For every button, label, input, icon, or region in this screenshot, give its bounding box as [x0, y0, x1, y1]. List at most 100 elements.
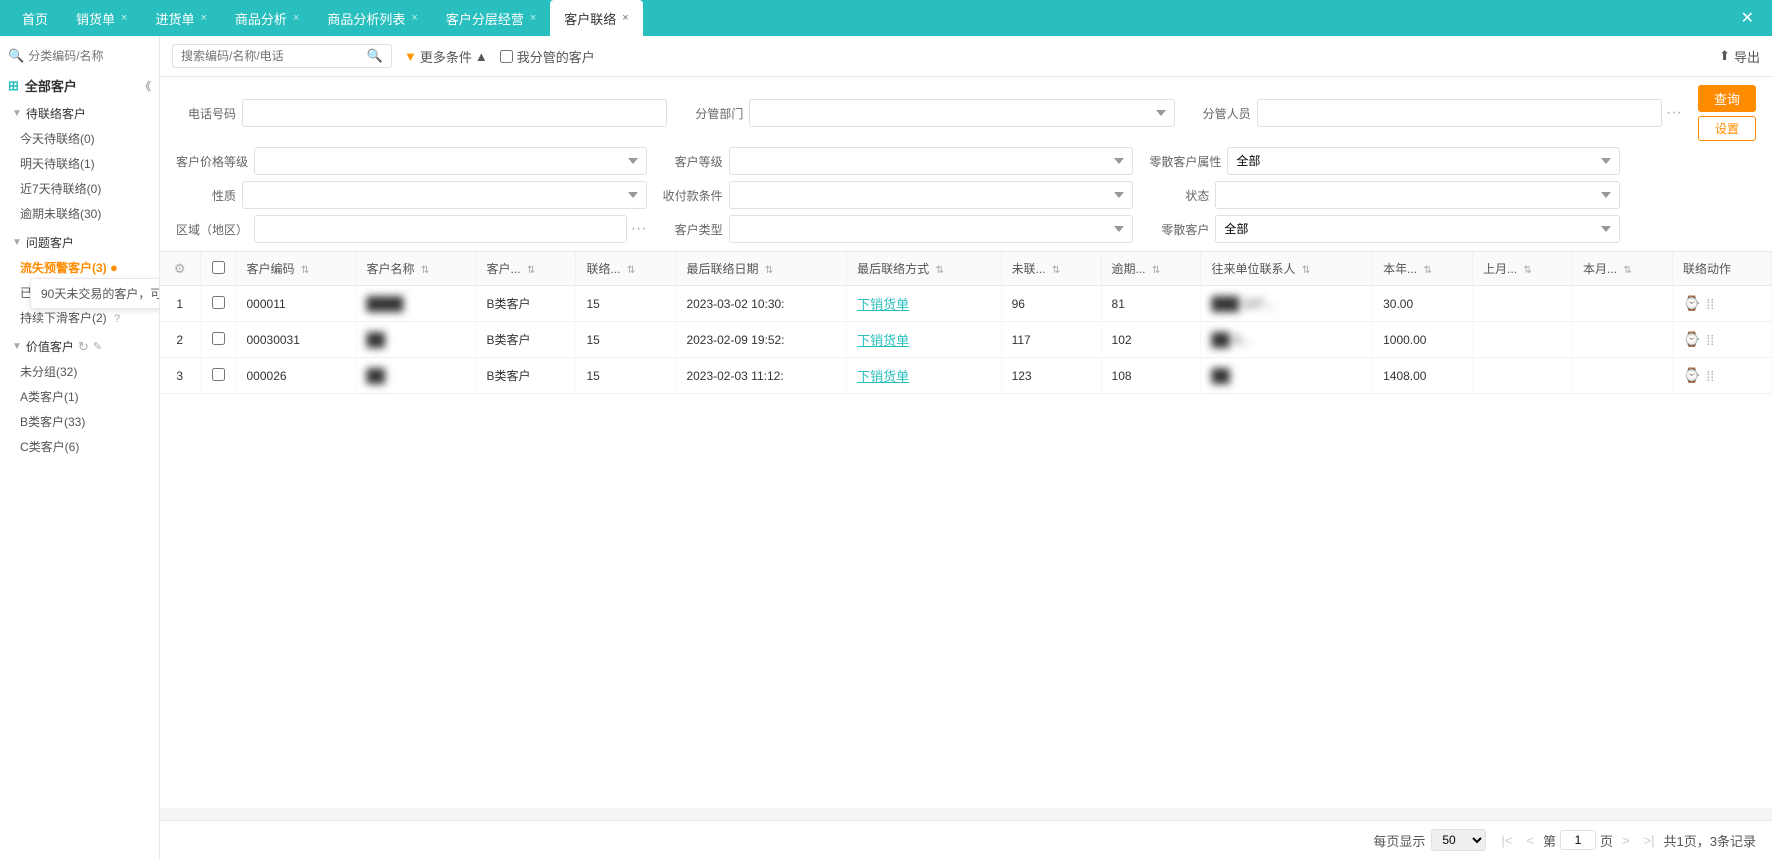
th-code[interactable]: 客户编码 ⇅	[236, 252, 356, 286]
cell-last-contact-date: 2023-02-03 11:12:	[676, 358, 847, 394]
page-input[interactable]	[1560, 830, 1596, 850]
next-page-button[interactable]: >	[1617, 831, 1635, 850]
th-overdue[interactable]: 逾期... ⇅	[1101, 252, 1201, 286]
dept-select[interactable]	[749, 99, 1174, 127]
contact-type-link[interactable]: 下销货单	[857, 333, 909, 348]
sidebar-item-unclassified[interactable]: 未分组(32)	[0, 359, 159, 384]
more-actions-icon[interactable]: ⁞⁞	[1706, 368, 1714, 384]
tab-analysis-list[interactable]: 商品分析列表 ×	[313, 0, 431, 36]
zero-customer-select[interactable]: 全部	[1215, 215, 1620, 243]
contact-action-icon[interactable]: ⌚	[1683, 367, 1700, 384]
th-type[interactable]: 客户... ⇅	[476, 252, 576, 286]
query-button[interactable]: 查询	[1698, 85, 1756, 112]
sidebar-item-losing-customers[interactable]: 流失预警客户(3) ●	[0, 255, 159, 280]
region-more-icon[interactable]: ···	[631, 220, 647, 238]
horizontal-scrollbar[interactable]	[160, 808, 1772, 820]
status-select[interactable]	[1215, 181, 1620, 209]
select-all-checkbox[interactable]	[212, 261, 225, 274]
phone-label: 电话号码	[176, 105, 236, 122]
customer-level-select[interactable]	[729, 147, 1134, 175]
first-page-button[interactable]: |<	[1496, 831, 1517, 850]
edit-icon[interactable]: ✎	[93, 340, 102, 353]
th-this-month[interactable]: 本月... ⇅	[1573, 252, 1673, 286]
close-icon[interactable]: ×	[411, 12, 417, 24]
th-checkbox	[200, 252, 236, 286]
filter-customer-level: 客户等级	[663, 147, 1134, 175]
sidebar-item-week-contact[interactable]: 近7天待联络(0)	[0, 176, 159, 201]
tab-customer-segment[interactable]: 客户分层经营 ×	[432, 0, 550, 36]
search-input[interactable]	[181, 49, 363, 63]
th-last-month[interactable]: 上月... ⇅	[1473, 252, 1573, 286]
close-icon[interactable]: ×	[530, 12, 536, 24]
close-icon[interactable]: ×	[121, 12, 127, 24]
group-problem-label[interactable]: ▼ 问题客户	[0, 230, 159, 255]
sidebar-item-class-a[interactable]: A类客户(1)	[0, 384, 159, 409]
tab-sales[interactable]: 销货单 ×	[62, 0, 141, 36]
price-level-select[interactable]	[254, 147, 647, 175]
th-contact-person[interactable]: 往来单位联系人 ⇅	[1201, 252, 1373, 286]
cell-checkbox	[200, 286, 236, 322]
last-page-button[interactable]: >|	[1639, 831, 1660, 850]
th-contact[interactable]: 联络... ⇅	[576, 252, 676, 286]
row-checkbox[interactable]	[212, 296, 225, 309]
row-checkbox[interactable]	[212, 332, 225, 345]
all-customers-header[interactable]: ⊞ 全部客户 《	[0, 72, 159, 99]
filter-price-level: 客户价格等级	[176, 147, 647, 175]
sidebar-item-class-c[interactable]: C类客户(6)	[0, 434, 159, 459]
cell-code: 000011	[236, 286, 356, 322]
more-filter-button[interactable]: ▼ 更多条件 ▲	[404, 47, 488, 66]
filter-person: 分管人员 ···	[1191, 99, 1682, 127]
contact-type-link[interactable]: 下销货单	[857, 297, 909, 312]
sidebar-item-overdue-contact[interactable]: 逾期未联络(30)	[0, 201, 159, 226]
window-close-button[interactable]: ✕	[1731, 8, 1764, 28]
zero-attr-select[interactable]: 全部	[1227, 147, 1620, 175]
payment-select[interactable]	[729, 181, 1134, 209]
cell-last-month	[1473, 286, 1573, 322]
th-name[interactable]: 客户名称 ⇅	[356, 252, 476, 286]
row-checkbox[interactable]	[212, 368, 225, 381]
collapse-icon[interactable]: 《	[140, 78, 151, 94]
th-last-contact-date[interactable]: 最后联络日期 ⇅	[676, 252, 847, 286]
sidebar-search-input[interactable]	[28, 49, 151, 63]
region-input[interactable]	[254, 215, 627, 243]
cell-idx: 3	[160, 358, 200, 394]
settings-button[interactable]: 设置	[1698, 116, 1756, 141]
tab-home[interactable]: 首页	[8, 0, 62, 36]
person-input[interactable]	[1257, 99, 1662, 127]
tab-purchase[interactable]: 进货单 ×	[141, 0, 220, 36]
sidebar-item-tomorrow-contact[interactable]: 明天待联络(1)	[0, 151, 159, 176]
search-icon[interactable]: 🔍	[367, 48, 383, 64]
more-actions-icon[interactable]: ⁞⁞	[1706, 296, 1714, 312]
prev-page-button[interactable]: <	[1521, 831, 1539, 850]
tab-customer-link[interactable]: 客户联络 ×	[550, 0, 642, 36]
contact-type-link[interactable]: 下销货单	[857, 369, 909, 384]
nature-select[interactable]	[242, 181, 647, 209]
cell-this-month	[1573, 322, 1673, 358]
th-uncontacted[interactable]: 未联... ⇅	[1001, 252, 1101, 286]
sidebar-item-class-b[interactable]: B类客户(33)	[0, 409, 159, 434]
close-icon[interactable]: ×	[622, 12, 628, 24]
close-icon[interactable]: ×	[293, 12, 299, 24]
export-button[interactable]: ⬆ 导出	[1719, 47, 1760, 66]
table-row: 3000026██B类客户152023-02-03 11:12:下销货单1231…	[160, 358, 1772, 394]
phone-input[interactable]	[242, 99, 667, 127]
close-icon[interactable]: ×	[200, 12, 206, 24]
cell-uncontacted: 96	[1001, 286, 1101, 322]
tab-analysis[interactable]: 商品分析 ×	[221, 0, 313, 36]
th-this-year[interactable]: 本年... ⇅	[1373, 252, 1473, 286]
customer-type-select[interactable]	[729, 215, 1134, 243]
my-customers-checkbox[interactable]	[500, 50, 513, 63]
action-buttons: ⌚ ⁞⁞	[1683, 367, 1761, 384]
group-pending-contact-label[interactable]: ▼ 待联络客户	[0, 101, 159, 126]
person-more-icon[interactable]: ···	[1666, 104, 1682, 122]
group-value-label[interactable]: ▼ 价值客户 ↻ ✎	[0, 334, 159, 359]
contact-person: ███ 107...	[1211, 296, 1275, 311]
refresh-icon[interactable]: ↻	[78, 339, 89, 355]
sidebar-item-today-contact[interactable]: 今天待联络(0)	[0, 126, 159, 151]
page-size-select[interactable]: 50 100	[1431, 829, 1486, 851]
th-last-contact-type[interactable]: 最后联络方式 ⇅	[847, 252, 1001, 286]
more-actions-icon[interactable]: ⁞⁞	[1706, 332, 1714, 348]
contact-action-icon[interactable]: ⌚	[1683, 295, 1700, 312]
contact-action-icon[interactable]: ⌚	[1683, 331, 1700, 348]
table-settings-icon[interactable]: ⚙	[174, 261, 186, 276]
